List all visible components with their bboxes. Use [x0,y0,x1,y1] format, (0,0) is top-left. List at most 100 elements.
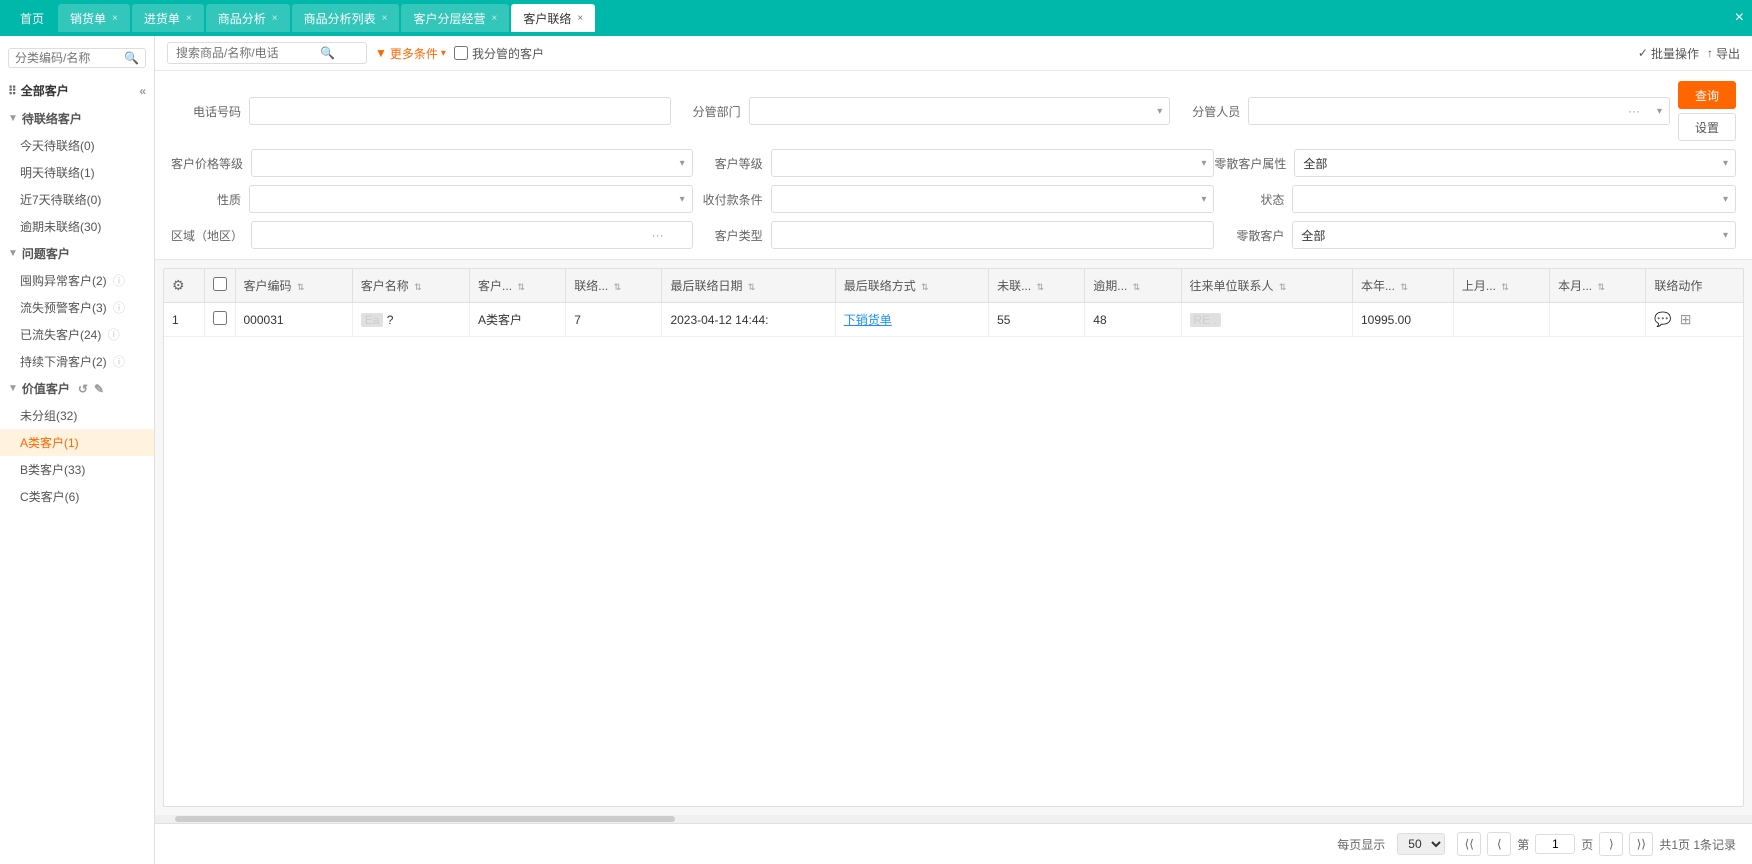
value-customers-group[interactable]: ▼ 价值客户 ↺ ✎ [0,375,154,402]
sidebar-item-declining[interactable]: 持续下滑客户(2) ⓘ [0,348,154,375]
sidebar-item-churn-warning[interactable]: 流失预警客户(3) ⓘ [0,294,154,321]
select-all-checkbox[interactable] [213,277,227,291]
my-customer-checkbox[interactable] [454,46,468,60]
retail-attr-chevron-icon: ▾ [1723,158,1728,169]
filter-area: 电话号码 分管部门 ▾ 分管人员 [155,71,1752,260]
horizontal-scrollbar[interactable] [155,815,1752,823]
setting-button[interactable]: 设置 [1678,113,1736,141]
pending-contact-group[interactable]: ▼ 待联络客户 [0,105,154,132]
last-page-button[interactable]: ⟩⟩ [1629,832,1653,856]
scrollbar-thumb[interactable] [175,816,675,822]
filter-row-3: 性质 ▾ 收付款条件 ▾ [171,185,1736,213]
window-close-button[interactable]: × [1735,9,1744,27]
tab-sales[interactable]: 销货单 × [58,4,130,32]
close-goods-list-tab[interactable]: × [382,13,388,24]
first-page-button[interactable]: ⟨⟨ [1457,832,1481,856]
sidebar-item-churned[interactable]: 已流失客户(24) ⓘ [0,321,154,348]
page-number-input[interactable] [1535,834,1575,854]
filter-price-level-select[interactable]: ▾ [251,149,693,177]
manager-dots[interactable]: ··· [1628,104,1640,118]
filter-payment-select[interactable]: ▾ [771,185,1215,213]
more-filter-button[interactable]: ▼ 更多条件 ▾ [375,45,446,62]
next-page-button[interactable]: ⟩ [1599,832,1623,856]
search-box[interactable]: 🔍 [167,42,367,64]
dept-chevron-icon: ▾ [1157,106,1162,117]
filter-dept-select[interactable]: ▾ [749,97,1171,125]
sidebar-item-abnormal-purchase[interactable]: 囤购异常客户(2) ⓘ [0,267,154,294]
collapse-icon[interactable]: « [139,84,146,98]
edit-icon[interactable]: ✎ [94,382,104,396]
th-last-contact-date[interactable]: 最后联络日期 ⇅ [662,269,835,303]
customer-table: ⚙ 客户编码 ⇅ 客户名称 ⇅ [164,269,1743,337]
sidebar-item-tomorrow-contact[interactable]: 明天待联络(1) [0,159,154,186]
th-this-year[interactable]: 本年... ⇅ [1352,269,1453,303]
batch-ops-button[interactable]: ✓ 批量操作 [1638,45,1699,62]
query-button[interactable]: 查询 [1678,81,1736,109]
close-purchase-tab[interactable]: × [186,13,192,24]
filter-nature-select[interactable]: ▾ [249,185,693,213]
customer-level-chevron-icon: ▾ [1201,158,1206,169]
main-layout: 🔍 ⠿ 全部客户 « ▼ 待联络客户 今天待联络(0) 明天待联络(1) [0,36,1752,864]
th-overdue[interactable]: 逾期... ⇅ [1085,269,1181,303]
filter-region-select[interactable]: ··· [251,221,693,249]
filter-manager-select[interactable]: ··· ▾ [1248,97,1670,125]
close-sales-tab[interactable]: × [112,13,118,24]
th-code[interactable]: 客户编码 ⇅ [235,269,352,303]
th-type[interactable]: 客户... ⇅ [470,269,566,303]
filter-retail-customer-select[interactable]: 全部 ▾ [1292,221,1736,249]
tab-goods-analysis[interactable]: 商品分析 × [206,4,290,32]
close-goods-analysis-tab[interactable]: × [272,13,278,24]
tab-customer-tier[interactable]: 客户分层经营 × [401,4,509,32]
filter-phone-input[interactable] [249,97,671,125]
page-size-select[interactable]: 50 [1397,833,1445,855]
chevron-down-icon-3: ▼ [8,383,18,394]
th-contact-person[interactable]: 往来单位联系人 ⇅ [1181,269,1352,303]
my-customer-checkbox-label[interactable]: 我分管的客户 [454,45,544,62]
sidebar-item-class-b[interactable]: B类客户(33) [0,456,154,483]
chat-action-icon[interactable]: 💬 [1654,311,1671,328]
row-checkbox[interactable] [213,311,227,325]
th-contact-count[interactable]: 联络... ⇅ [566,269,662,303]
tab-purchase[interactable]: 进货单 × [132,4,204,32]
problem-customers-group[interactable]: ▼ 问题客户 [0,240,154,267]
region-dots[interactable]: ··· [652,228,664,242]
filter-dept-select-wrapper: ▾ [749,97,1171,125]
th-gear[interactable]: ⚙ [164,269,204,303]
th-uncontacted[interactable]: 未联... ⇅ [989,269,1085,303]
sidebar-item-overdue-contact[interactable]: 逾期未联络(30) [0,213,154,240]
search-input[interactable] [176,46,316,60]
th-name[interactable]: 客户名称 ⇅ [352,269,469,303]
chevron-down-icon-2: ▼ [8,248,18,259]
filter-customer-type-select[interactable] [771,221,1215,249]
filter-retail-attr-select[interactable]: 全部 ▾ [1294,149,1736,177]
th-checkbox [204,269,235,303]
top-nav: 首页 销货单 × 进货单 × 商品分析 × 商品分析列表 × 客户分层经营 × … [0,0,1752,36]
close-customer-contact-tab[interactable]: × [577,13,583,24]
prev-page-button[interactable]: ⟨ [1487,832,1511,856]
refresh-icon[interactable]: ↺ [78,382,88,396]
grid-action-icon[interactable]: ⊞ [1680,311,1692,328]
tab-customer-contact[interactable]: 客户联络 × [511,4,595,32]
sort-icon-type: ⇅ [517,282,525,292]
sidebar-item-class-c[interactable]: C类客户(6) [0,483,154,510]
sidebar-search-input[interactable] [15,51,124,65]
sidebar-item-7days-contact[interactable]: 近7天待联络(0) [0,186,154,213]
last-contact-way-link[interactable]: 下销货单 [844,313,892,327]
sidebar-item-class-a[interactable]: A类客户(1) [0,429,154,456]
th-this-month[interactable]: 本月... ⇅ [1550,269,1646,303]
tab-goods-list[interactable]: 商品分析列表 × [292,4,400,32]
export-icon: ↑ [1707,46,1713,60]
th-last-month[interactable]: 上月... ⇅ [1453,269,1549,303]
nature-chevron-icon: ▾ [680,194,685,205]
all-customers-header[interactable]: ⠿ 全部客户 « [0,76,154,105]
sidebar-item-ungrouped[interactable]: 未分组(32) [0,402,154,429]
sidebar-search-box[interactable]: 🔍 [8,48,146,68]
filter-status-select[interactable]: ▾ [1292,185,1736,213]
export-button[interactable]: ↑ 导出 [1707,45,1740,62]
sidebar-item-today-contact[interactable]: 今天待联络(0) [0,132,154,159]
close-customer-tier-tab[interactable]: × [491,13,497,24]
th-last-contact-way[interactable]: 最后联络方式 ⇅ [835,269,988,303]
filter-customer-level-select[interactable]: ▾ [771,149,1215,177]
tab-home[interactable]: 首页 [8,4,56,32]
gear-icon[interactable]: ⚙ [172,277,185,293]
